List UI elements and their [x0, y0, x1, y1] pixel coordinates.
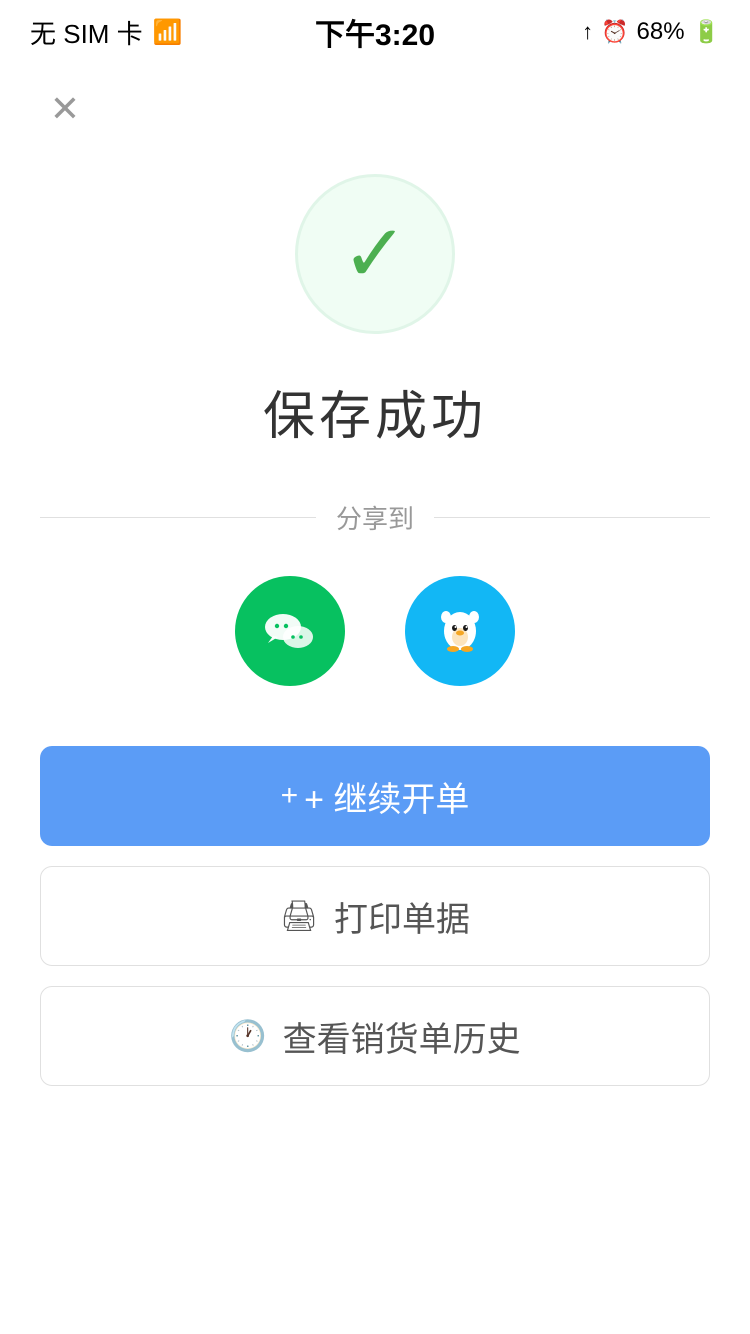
success-title: 保存成功 — [263, 374, 487, 449]
carrier-label: 无 SIM 卡 — [30, 14, 143, 51]
share-divider: 分享到 — [40, 499, 710, 536]
status-right: ↑ ⏰ 68% 🔋 — [582, 18, 720, 46]
print-button[interactable]: 🖨 打印单据 — [40, 866, 710, 966]
status-left: 无 SIM 卡 📶 — [30, 14, 183, 51]
history-button[interactable]: 🕐 查看销货单历史 — [40, 986, 710, 1086]
wechat-icon — [258, 599, 323, 664]
close-button[interactable]: ✕ — [40, 84, 90, 134]
share-section: 分享到 — [40, 499, 710, 686]
checkmark-icon: ✓ — [341, 214, 408, 294]
battery-icon: 🔋 — [693, 19, 720, 45]
history-icon: 🕐 — [229, 1019, 266, 1054]
battery-label: 68% — [637, 18, 685, 46]
wechat-share-button[interactable] — [235, 576, 345, 686]
print-label: 打印单据 — [334, 892, 470, 941]
share-label: 分享到 — [336, 499, 414, 536]
status-bar: 无 SIM 卡 📶 下午3:20 ↑ ⏰ 68% 🔋 — [0, 0, 750, 64]
share-icons — [235, 576, 515, 686]
alarm-icon: ⏰ — [601, 19, 628, 45]
print-icon: 🖨 — [280, 899, 318, 934]
continue-button[interactable]: + + 继续开单 — [40, 746, 710, 846]
time-display: 下午3:20 — [315, 10, 435, 54]
divider-left — [40, 517, 316, 518]
qq-icon — [430, 601, 490, 661]
plus-icon: + — [281, 779, 299, 813]
history-label: 查看销货单历史 — [283, 1012, 521, 1061]
close-icon: ✕ — [50, 91, 80, 127]
success-circle: ✓ — [295, 174, 455, 334]
main-content: ✕ ✓ 保存成功 分享到 — [0, 64, 750, 1106]
qq-share-button[interactable] — [405, 576, 515, 686]
continue-label: + 继续开单 — [304, 772, 469, 821]
divider-right — [434, 517, 710, 518]
action-buttons: + + 继续开单 🖨 打印单据 🕐 查看销货单历史 — [40, 746, 710, 1086]
location-icon: ↑ — [582, 19, 593, 45]
wifi-icon: 📶 — [153, 18, 183, 47]
